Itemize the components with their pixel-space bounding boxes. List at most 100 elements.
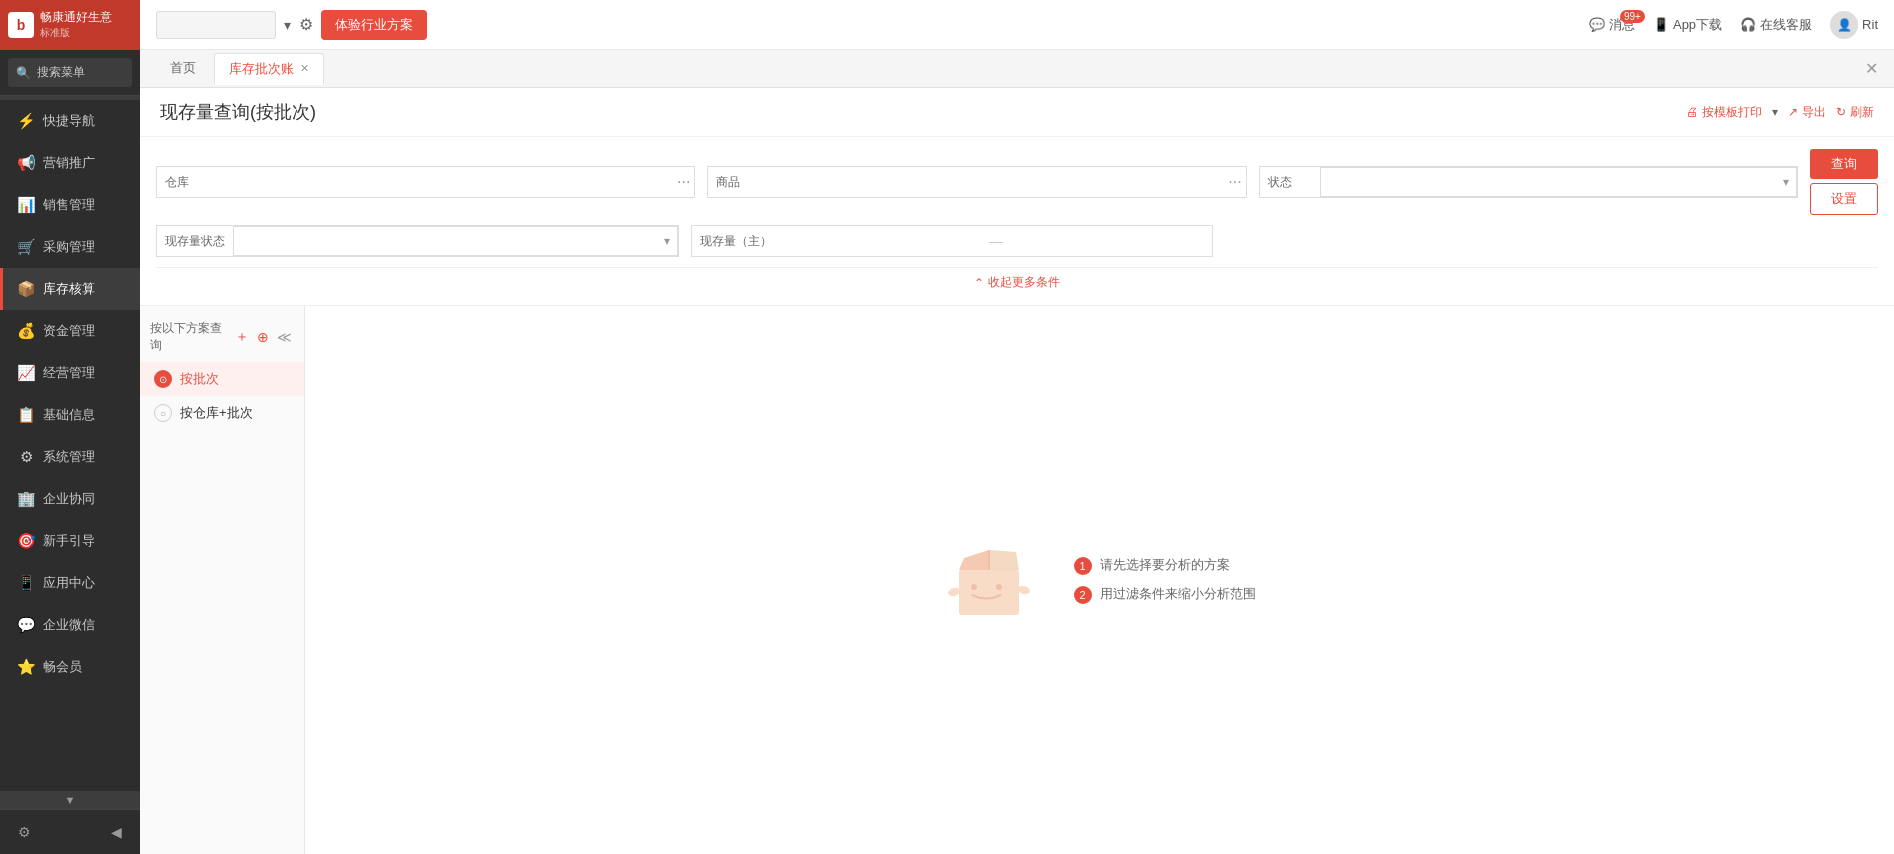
- panel-close-button[interactable]: ✕: [1865, 59, 1878, 78]
- stock-qty-label: 现存量（主）: [692, 233, 780, 250]
- newbie-icon: 🎯: [17, 532, 35, 550]
- stock-qty-max-input[interactable]: [1007, 226, 1212, 256]
- sidebar-item-newbie[interactable]: 🎯 新手引导: [0, 520, 140, 562]
- warehouse-more-button[interactable]: ···: [673, 173, 694, 191]
- sidebar-item-label: 新手引导: [43, 532, 95, 550]
- status-select[interactable]: [1320, 167, 1797, 197]
- tip-number-2: 2: [1074, 586, 1092, 604]
- warehouse-input[interactable]: [217, 167, 673, 197]
- sidebar-item-label: 经营管理: [43, 364, 95, 382]
- sidebar-item-basics[interactable]: 📋 基础信息: [0, 394, 140, 436]
- tab-inventory-batch[interactable]: 库存批次账 ✕: [214, 53, 324, 85]
- print-dropdown-button[interactable]: ▾: [1772, 105, 1778, 119]
- sidebar-item-label: 采购管理: [43, 238, 95, 256]
- sidebar-item-enterprise[interactable]: 🏢 企业协同: [0, 478, 140, 520]
- goods-more-button[interactable]: ···: [1224, 173, 1245, 191]
- sidebar-item-appstore[interactable]: 📱 应用中心: [0, 562, 140, 604]
- goods-label: 商品: [708, 174, 768, 191]
- sidebar-settings-button[interactable]: ⚙: [14, 820, 35, 844]
- print-icon: 🖨: [1686, 105, 1698, 119]
- message-icon: 💬: [1589, 17, 1605, 32]
- online-service-button[interactable]: 🎧 在线客服: [1740, 16, 1812, 34]
- scheme-item-by-warehouse-batch[interactable]: ○ 按仓库+批次: [140, 396, 304, 430]
- sidebar-item-label: 企业微信: [43, 616, 95, 634]
- topbar-dropdown-button[interactable]: ▾: [284, 17, 291, 33]
- sidebar-scroll-down[interactable]: ▼: [0, 791, 140, 809]
- search-menu-button[interactable]: 🔍 搜索菜单: [8, 58, 132, 87]
- scheme-label-by-warehouse-batch: 按仓库+批次: [180, 404, 253, 422]
- scheme-label: 按以下方案查询: [150, 320, 233, 354]
- sidebar-item-wechat[interactable]: 💬 企业微信: [0, 604, 140, 646]
- sidebar-collapse-button[interactable]: ◀: [107, 820, 126, 844]
- sidebar-search-area: 🔍 搜索菜单: [0, 50, 140, 96]
- collapse-left-panel-button[interactable]: ≪: [275, 327, 294, 347]
- scheme-label-by-batch: 按批次: [180, 370, 219, 388]
- page-actions: 🖨 按模板打印 ▾ ↗ 导出 ↻ 刷新: [1686, 104, 1874, 121]
- topbar-left: ▾ ⚙ 体验行业方案: [156, 10, 1577, 40]
- refresh-button[interactable]: ↻ 刷新: [1836, 104, 1874, 121]
- phone-icon: 📱: [1653, 17, 1669, 32]
- topbar-gear-button[interactable]: ⚙: [299, 15, 313, 34]
- empty-state: 1 请先选择要分析的方案 2 用过滤条件来缩小分析范围: [305, 306, 1894, 854]
- refresh-icon: ↻: [1836, 105, 1846, 119]
- app-edition: 标准版: [40, 26, 112, 40]
- scheme-active-icon: ⊙: [154, 370, 172, 388]
- empty-tip-1: 1 请先选择要分析的方案: [1074, 556, 1256, 575]
- shortcut-icon: ⚡: [17, 112, 35, 130]
- system-icon: ⚙: [17, 448, 35, 466]
- sidebar-item-label: 应用中心: [43, 574, 95, 592]
- stock-qty-min-input[interactable]: [780, 226, 985, 256]
- sidebar-item-operation[interactable]: 📈 经营管理: [0, 352, 140, 394]
- goods-input[interactable]: [768, 167, 1224, 197]
- svg-marker-2: [989, 550, 1019, 570]
- right-panel: 1 请先选择要分析的方案 2 用过滤条件来缩小分析范围: [305, 306, 1894, 854]
- tab-home[interactable]: 首页: [156, 53, 210, 85]
- messages-button[interactable]: 💬 消息 99+: [1589, 16, 1635, 34]
- sidebar-item-label: 畅会员: [43, 658, 82, 676]
- query-button[interactable]: 查询: [1810, 149, 1878, 179]
- range-divider: —: [985, 233, 1007, 249]
- marketing-icon: 📢: [17, 154, 35, 172]
- app-download-button[interactable]: 📱 App下载: [1653, 16, 1722, 34]
- topbar-search-input[interactable]: [156, 11, 276, 39]
- sidebar-item-shortcut[interactable]: ⚡ 快捷导航: [0, 100, 140, 142]
- tab-close-button[interactable]: ✕: [300, 62, 309, 75]
- chevron-up-icon: ⌃: [974, 276, 984, 290]
- scheme-settings-button[interactable]: ⊕: [255, 327, 271, 347]
- empty-state-icon: [944, 530, 1044, 630]
- basics-icon: 📋: [17, 406, 35, 424]
- svg-point-5: [996, 584, 1002, 590]
- user-avatar-area[interactable]: 👤 Rit: [1830, 11, 1878, 39]
- export-icon: ↗: [1788, 105, 1798, 119]
- sidebar-item-sales[interactable]: 📊 销售管理: [0, 184, 140, 226]
- sidebar-item-member[interactable]: ⭐ 畅会员: [0, 646, 140, 688]
- sidebar-item-finance[interactable]: 💰 资金管理: [0, 310, 140, 352]
- search-icon: 🔍: [16, 66, 31, 80]
- body-area: 按以下方案查询 ＋ ⊕ ≪ ⊙ 按批次 ○ 按仓库+批次: [140, 306, 1894, 854]
- sidebar-item-label: 企业协同: [43, 490, 95, 508]
- inventory-icon: 📦: [17, 280, 35, 298]
- export-button[interactable]: ↗ 导出: [1788, 104, 1826, 121]
- sidebar-item-label: 快捷导航: [43, 112, 95, 130]
- print-button[interactable]: 🖨 按模板打印: [1686, 104, 1762, 121]
- scheme-inactive-icon: ○: [154, 404, 172, 422]
- sidebar-item-label: 销售管理: [43, 196, 95, 214]
- left-panel-actions: ＋ ⊕ ≪: [233, 327, 294, 347]
- sidebar-item-system[interactable]: ⚙ 系统管理: [0, 436, 140, 478]
- scheme-item-by-batch[interactable]: ⊙ 按批次: [140, 362, 304, 396]
- sidebar-item-purchase[interactable]: 🛒 采购管理: [0, 226, 140, 268]
- headset-icon: 🎧: [1740, 17, 1756, 32]
- page-header: 现存量查询(按批次) 🖨 按模板打印 ▾ ↗ 导出 ↻ 刷新: [140, 88, 1894, 137]
- collapse-filter-button[interactable]: ⌃ 收起更多条件: [156, 268, 1878, 293]
- operation-icon: 📈: [17, 364, 35, 382]
- trial-button[interactable]: 体验行业方案: [321, 10, 427, 40]
- settings-button[interactable]: 设置: [1810, 183, 1878, 215]
- add-scheme-button[interactable]: ＋: [233, 327, 251, 347]
- avatar: 👤: [1830, 11, 1858, 39]
- sidebar-item-inventory[interactable]: 📦 库存核算: [0, 268, 140, 310]
- sidebar-scroll-up[interactable]: ▲: [0, 96, 140, 100]
- stock-status-select[interactable]: [233, 226, 678, 256]
- tabs-bar: 首页 库存批次账 ✕ ✕: [140, 50, 1894, 88]
- sidebar-item-marketing[interactable]: 📢 营销推广: [0, 142, 140, 184]
- svg-marker-1: [959, 550, 989, 570]
